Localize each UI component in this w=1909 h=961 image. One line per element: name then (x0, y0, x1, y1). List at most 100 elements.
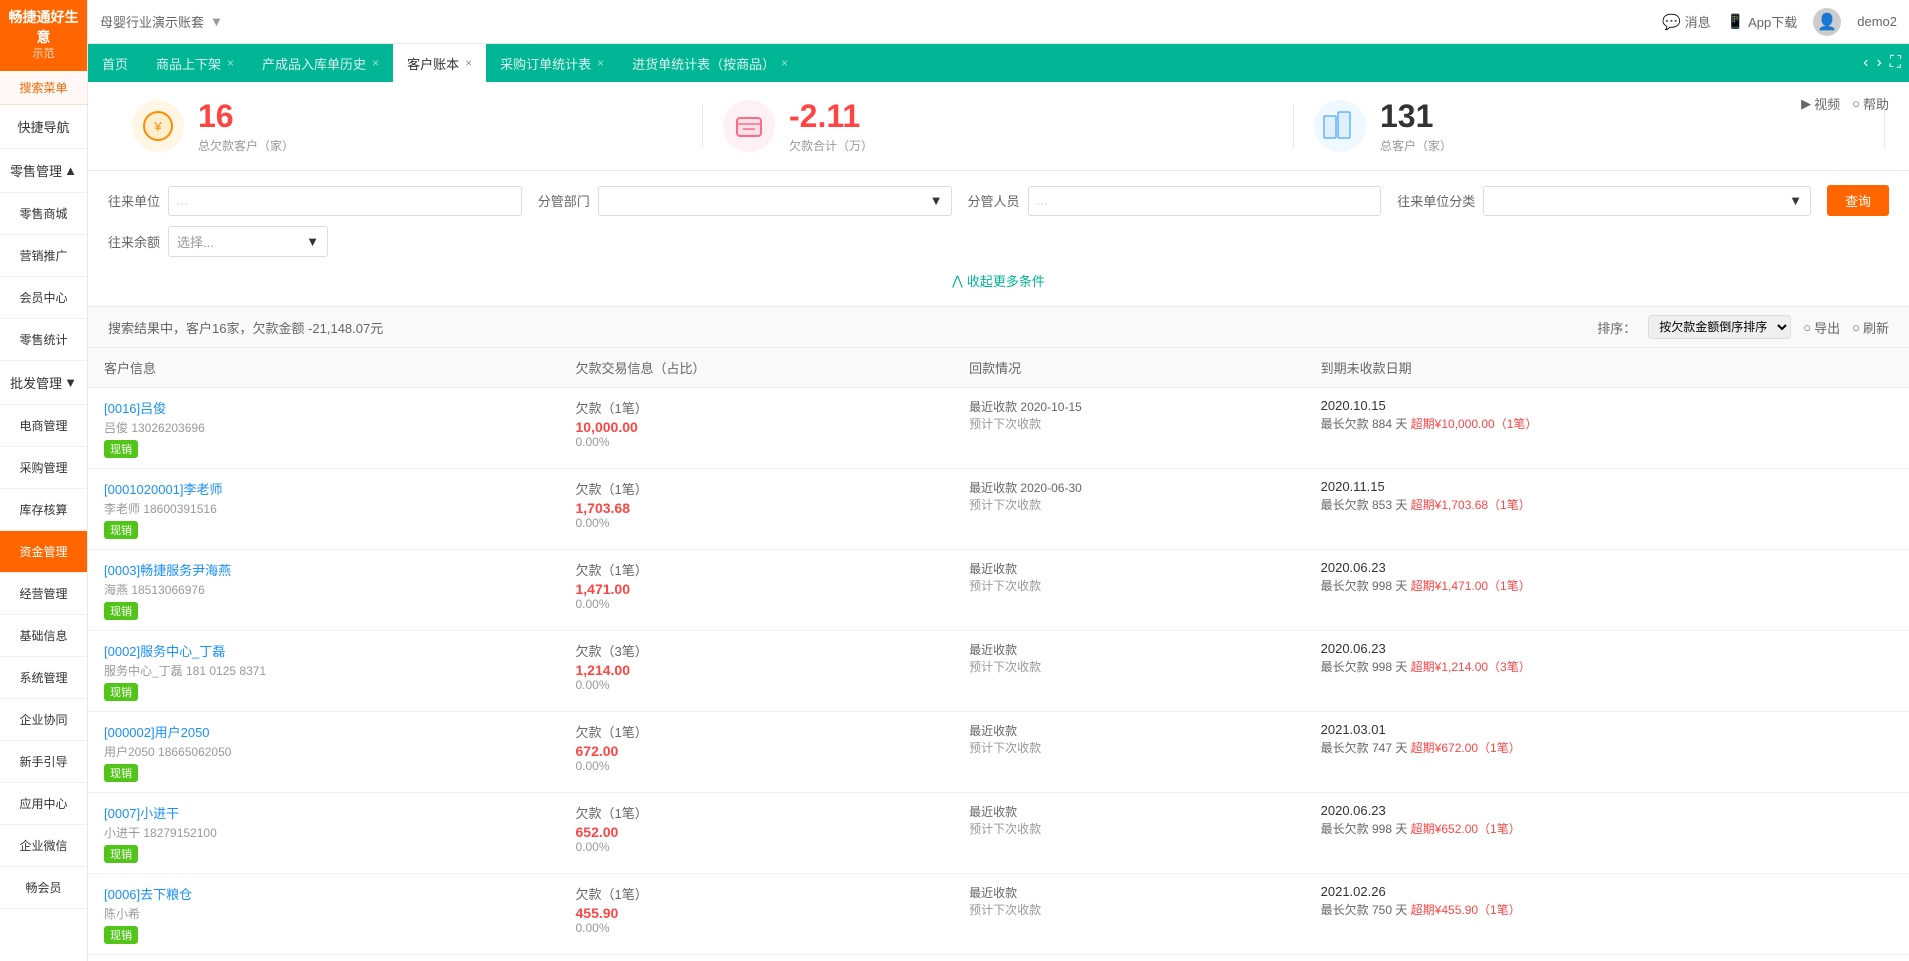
user-avatar[interactable]: 👤 (1813, 8, 1841, 36)
svg-text:¥: ¥ (153, 119, 162, 134)
dropdown-icon[interactable]: ▼ (210, 14, 223, 29)
sidebar-item-member[interactable]: 会员中心 (0, 277, 87, 319)
message-btn[interactable]: 💬 消息 (1662, 12, 1711, 31)
overdue-days-3: 最长欠款 998 天 超期¥1,214.00（3笔） (1321, 658, 1893, 675)
sidebar-item-quick-nav[interactable]: 快捷导航 (0, 105, 87, 149)
unit-category-select[interactable]: ▼ (1483, 186, 1811, 216)
debt-ratio-2: 0.00% (576, 597, 938, 611)
sidebar-item-guide[interactable]: 新手引导 (0, 741, 87, 783)
sidebar-item-wechat[interactable]: 企业微信 (0, 825, 87, 867)
sort-select[interactable]: 按欠款金额倒序排序 (1648, 315, 1791, 339)
sidebar-item-batch-mgmt[interactable]: 批发管理 ▼ (0, 361, 87, 405)
sidebar-item-retail-mgmt[interactable]: 零售管理 ▲ (0, 149, 87, 193)
department-select[interactable]: ▼ (598, 186, 952, 216)
cell-debt-info-3: 欠款（3笔） 1,214.00 0.00% (560, 631, 954, 712)
stat-debt-amount-info: -2.11 欠款合计（万） (789, 98, 873, 154)
refresh-btn[interactable]: ○ 刷新 (1852, 318, 1889, 337)
customer-name-3[interactable]: [0002]服务中心_丁磊 (104, 641, 544, 660)
sidebar-item-operations[interactable]: 经营管理 (0, 573, 87, 615)
sidebar-item-vip[interactable]: 畅会员 (0, 867, 87, 909)
debt-amount-6[interactable]: 455.90 (576, 905, 938, 921)
cell-customer-info-4: [000002]用户2050 用户2050 18665062050 现销 (88, 712, 560, 793)
overdue-amount-1[interactable]: 超期¥1,703.68（1笔） (1411, 498, 1531, 512)
tab-product-history[interactable]: 产成品入库单历史 × (248, 44, 393, 82)
export-btn[interactable]: ○ 导出 (1803, 318, 1840, 337)
tab-purchase-stats2-close[interactable]: × (781, 56, 788, 70)
tab-purchase-stats[interactable]: 采购订单统计表 × (486, 44, 618, 82)
due-date-1: 2020.11.15 (1321, 479, 1893, 494)
debt-amount-3[interactable]: 1,214.00 (576, 662, 938, 678)
from-unit-input[interactable]: ... (168, 186, 522, 216)
stat-total-customers-info: 131 总客户（家） (1380, 98, 1452, 154)
search-menu-area[interactable]: 搜索菜单 (0, 71, 87, 105)
video-btn[interactable]: ▶ 视频 (1801, 94, 1840, 113)
search-menu-label[interactable]: 搜索菜单 (6, 79, 81, 96)
sidebar-item-system[interactable]: 系统管理 (0, 657, 87, 699)
debt-amount-label: 欠款合计（万） (789, 137, 873, 154)
debt-amount-0[interactable]: 10,000.00 (576, 419, 938, 435)
sidebar-item-marketing[interactable]: 营销推广 (0, 235, 87, 277)
filter-area: 往来单位 ... 分管部门 ▼ 分管人员 ... (88, 171, 1909, 307)
sidebar-item-purchase[interactable]: 采购管理 (0, 447, 87, 489)
tab-nav-left[interactable]: ‹ (1863, 54, 1868, 72)
debt-amount-1[interactable]: 1,703.68 (576, 500, 938, 516)
sidebar-item-retail-store[interactable]: 零售商城 (0, 193, 87, 235)
customer-name-2[interactable]: [0003]畅捷服务尹海燕 (104, 560, 544, 579)
debt-amount-2[interactable]: 1,471.00 (576, 581, 938, 597)
sidebar-item-basic[interactable]: 基础信息 (0, 615, 87, 657)
app-download-btn[interactable]: 📱 App下载 (1727, 12, 1798, 31)
brand-subtitle: 示范 (6, 47, 81, 62)
tab-nav-right[interactable]: › (1876, 54, 1881, 72)
overdue-amount-6[interactable]: 超期¥455.90（1笔） (1411, 903, 1521, 917)
tab-customer-account-close[interactable]: × (465, 56, 472, 70)
customer-name-5[interactable]: [0007]小进干 (104, 803, 544, 822)
tab-product-status[interactable]: 商品上下架 × (142, 44, 248, 82)
debt-ratio-4: 0.00% (576, 759, 938, 773)
debt-amount-4[interactable]: 672.00 (576, 743, 938, 759)
cell-due-date-6: 2021.02.26 最长欠款 750 天 超期¥455.90（1笔） (1305, 874, 1909, 955)
sidebar-item-retail-stats[interactable]: 零售统计 (0, 319, 87, 361)
tab-product-status-label: 商品上下架 (156, 54, 221, 73)
overdue-amount-5[interactable]: 超期¥652.00（1笔） (1411, 822, 1521, 836)
customer-tag-6: 现销 (104, 926, 138, 944)
overdue-days-2: 最长欠款 998 天 超期¥1,471.00（1笔） (1321, 577, 1893, 594)
tab-home[interactable]: 首页 (88, 44, 142, 82)
tab-customer-account[interactable]: 客户账本 × (393, 44, 486, 82)
search-button[interactable]: 查询 (1827, 185, 1889, 216)
sidebar-item-finance[interactable]: 资金管理 (0, 531, 87, 573)
overdue-amount-0[interactable]: 超期¥10,000.00（1笔） (1411, 417, 1538, 431)
customer-name-6[interactable]: [0006]去下粮仓 (104, 884, 544, 903)
recent-payment-6: 最近收款 (969, 884, 1289, 901)
filter-unit-category: 往来单位分类 ▼ (1397, 186, 1811, 216)
customer-name-1[interactable]: [0001020001]李老师 (104, 479, 544, 498)
tab-product-history-close[interactable]: × (372, 56, 379, 70)
manager-input[interactable]: ... (1028, 186, 1382, 216)
due-date-3: 2020.06.23 (1321, 641, 1893, 656)
tab-purchase-stats2[interactable]: 进货单统计表（按商品） × (618, 44, 802, 82)
customer-name-0[interactable]: [0016]吕俊 (104, 398, 544, 417)
sidebar-item-enterprise[interactable]: 企业协同 (0, 699, 87, 741)
tab-product-status-close[interactable]: × (227, 56, 234, 70)
cell-repayment-1: 最近收款 2020-06-30 预计下次收款 (953, 469, 1305, 550)
tab-home-label: 首页 (102, 54, 128, 73)
customer-tag-5: 现销 (104, 845, 138, 863)
phone-icon: 📱 (1727, 13, 1744, 30)
customer-name-4[interactable]: [000002]用户2050 (104, 722, 544, 741)
sidebar-item-ecommerce[interactable]: 电商管理 (0, 405, 87, 447)
table-row: [0006]去下粮仓 陈小希 现销 欠款（1笔） 455.90 0.00% 最近… (88, 874, 1909, 955)
cell-customer-info-2: [0003]畅捷服务尹海燕 海燕 18513066976 现销 (88, 550, 560, 631)
cell-debt-info-1: 欠款（1笔） 1,703.68 0.00% (560, 469, 954, 550)
tab-fullscreen[interactable]: ⛶ (1890, 54, 1901, 72)
debt-amount-5[interactable]: 652.00 (576, 824, 938, 840)
help-btn[interactable]: ○ 帮助 (1852, 94, 1889, 113)
sidebar-item-appstore[interactable]: 应用中心 (0, 783, 87, 825)
tab-purchase-stats-close[interactable]: × (597, 56, 604, 70)
overdue-amount-2[interactable]: 超期¥1,471.00（1笔） (1411, 579, 1531, 593)
sidebar-item-inventory[interactable]: 库存核算 (0, 489, 87, 531)
overdue-amount-4[interactable]: 超期¥672.00（1笔） (1411, 741, 1521, 755)
overdue-amount-3[interactable]: 超期¥1,214.00（3笔） (1411, 660, 1531, 674)
collapse-button[interactable]: ⋀ 收起更多条件 (952, 271, 1045, 290)
balance-select[interactable]: 选择... ▼ (168, 226, 328, 257)
tab-customer-account-label: 客户账本 (407, 54, 459, 73)
debt-ratio-1: 0.00% (576, 516, 938, 530)
